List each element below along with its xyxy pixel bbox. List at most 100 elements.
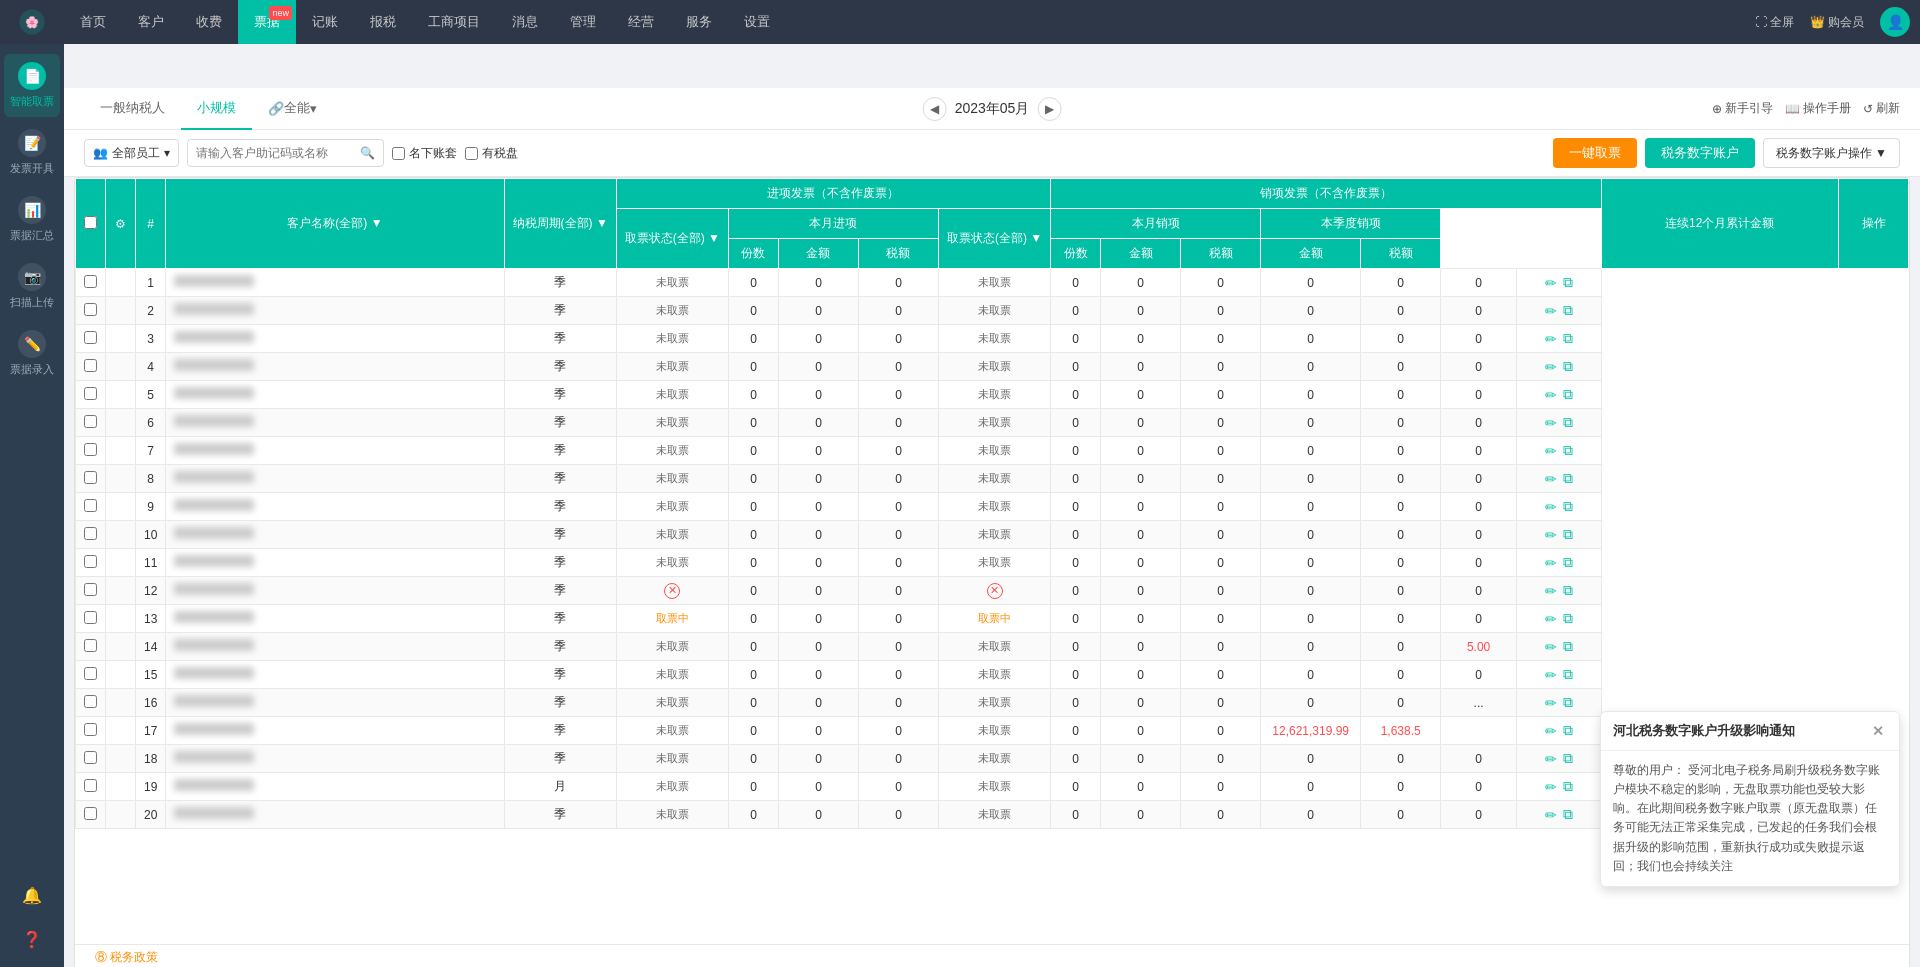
member-btn[interactable]: 👑 购会员 — [1810, 14, 1864, 31]
edit-icon[interactable]: ✏ — [1545, 667, 1557, 683]
sidebar-item-scan-upload[interactable]: 📷 扫描上传 — [4, 255, 60, 318]
copy-icon[interactable]: ⧉ — [1563, 638, 1573, 655]
row-checkbox[interactable] — [84, 359, 97, 372]
row-checkbox[interactable] — [84, 583, 97, 596]
edit-icon[interactable]: ✏ — [1545, 527, 1557, 543]
nav-manage[interactable]: 管理 — [554, 0, 612, 44]
row-checkbox[interactable] — [84, 499, 97, 512]
copy-icon[interactable]: ⧉ — [1563, 302, 1573, 319]
row-checkbox[interactable] — [84, 751, 97, 764]
row-checkbox[interactable] — [84, 527, 97, 540]
copy-icon[interactable]: ⧉ — [1563, 330, 1573, 347]
nav-service[interactable]: 服务 — [670, 0, 728, 44]
new-guide-btn[interactable]: ⊕ 新手引导 — [1712, 100, 1773, 117]
row-checkbox[interactable] — [84, 471, 97, 484]
copy-icon[interactable]: ⧉ — [1563, 386, 1573, 403]
edit-icon[interactable]: ✏ — [1545, 723, 1557, 739]
edit-icon[interactable]: ✏ — [1545, 471, 1557, 487]
copy-icon[interactable]: ⧉ — [1563, 722, 1573, 739]
nav-clients[interactable]: 客户 — [122, 0, 180, 44]
my-accounts-checkbox[interactable] — [392, 147, 405, 160]
copy-icon[interactable]: ⧉ — [1563, 778, 1573, 795]
help-icon[interactable]: ❓ — [14, 921, 50, 957]
edit-icon[interactable]: ✏ — [1545, 555, 1557, 571]
prev-month-btn[interactable]: ◀ — [923, 97, 947, 121]
has-taxpad-checkbox[interactable] — [465, 147, 478, 160]
nav-invoices[interactable]: 票据 new — [238, 0, 296, 44]
edit-icon[interactable]: ✏ — [1545, 695, 1557, 711]
edit-icon[interactable]: ✏ — [1545, 415, 1557, 431]
select-all-checkbox[interactable] — [84, 216, 97, 229]
copy-icon[interactable]: ⧉ — [1563, 610, 1573, 627]
copy-icon[interactable]: ⧉ — [1563, 806, 1573, 823]
edit-icon[interactable]: ✏ — [1545, 275, 1557, 291]
checkbox-my-accounts[interactable]: 名下账套 — [392, 145, 457, 162]
manual-btn[interactable]: 📖 操作手册 — [1785, 100, 1851, 117]
edit-icon[interactable]: ✏ — [1545, 331, 1557, 347]
edit-icon[interactable]: ✏ — [1545, 499, 1557, 515]
row-checkbox[interactable] — [84, 807, 97, 820]
nav-messages[interactable]: 消息 — [496, 0, 554, 44]
search-icon[interactable]: 🔍 — [360, 146, 375, 160]
tab-all[interactable]: 🔗 全能 ▾ — [252, 88, 333, 130]
copy-icon[interactable]: ⧉ — [1563, 470, 1573, 487]
row-checkbox[interactable] — [84, 443, 97, 456]
digital-account-btn[interactable]: 税务数字账户 — [1645, 138, 1755, 168]
app-logo[interactable]: 🌸 — [10, 0, 54, 44]
edit-icon[interactable]: ✏ — [1545, 751, 1557, 767]
sidebar-item-issue-invoice[interactable]: 📝 发票开具 — [4, 121, 60, 184]
nav-home[interactable]: 首页 — [64, 0, 122, 44]
copy-icon[interactable]: ⧉ — [1563, 358, 1573, 375]
nav-bizreg[interactable]: 工商项目 — [412, 0, 496, 44]
sidebar-item-smart-invoice[interactable]: 📄 智能取票 — [4, 54, 60, 117]
edit-icon[interactable]: ✏ — [1545, 779, 1557, 795]
row-checkbox[interactable] — [84, 415, 97, 428]
copy-icon[interactable]: ⧉ — [1563, 526, 1573, 543]
employee-select[interactable]: 👥 全部员工 ▾ — [84, 139, 179, 167]
row-checkbox[interactable] — [84, 387, 97, 400]
row-checkbox[interactable] — [84, 275, 97, 288]
copy-icon[interactable]: ⧉ — [1563, 750, 1573, 767]
notifications-icon[interactable]: 🔔 — [14, 877, 50, 913]
row-checkbox[interactable] — [84, 723, 97, 736]
tab-small[interactable]: 小规模 — [181, 88, 252, 130]
nav-accounting[interactable]: 记账 — [296, 0, 354, 44]
edit-icon[interactable]: ✏ — [1545, 359, 1557, 375]
next-month-btn[interactable]: ▶ — [1037, 97, 1061, 121]
fullscreen-btn[interactable]: ⛶ 全屏 — [1755, 14, 1794, 31]
copy-icon[interactable]: ⧉ — [1563, 666, 1573, 683]
row-checkbox[interactable] — [84, 611, 97, 624]
digital-account-op-btn[interactable]: 税务数字账户操作 ▼ — [1763, 138, 1900, 168]
row-checkbox[interactable] — [84, 331, 97, 344]
tab-general[interactable]: 一般纳税人 — [84, 88, 181, 130]
edit-icon[interactable]: ✏ — [1545, 583, 1557, 599]
row-checkbox[interactable] — [84, 695, 97, 708]
edit-icon[interactable]: ✏ — [1545, 443, 1557, 459]
row-checkbox[interactable] — [84, 779, 97, 792]
nav-biz[interactable]: 经营 — [612, 0, 670, 44]
sidebar-item-invoice-entry[interactable]: ✏️ 票据录入 — [4, 322, 60, 385]
copy-icon[interactable]: ⧉ — [1563, 582, 1573, 599]
copy-icon[interactable]: ⧉ — [1563, 414, 1573, 431]
edit-icon[interactable]: ✏ — [1545, 303, 1557, 319]
copy-icon[interactable]: ⧉ — [1563, 694, 1573, 711]
nav-tax[interactable]: 报税 — [354, 0, 412, 44]
sidebar-item-invoice-summary[interactable]: 📊 票据汇总 — [4, 188, 60, 251]
nav-settings[interactable]: 设置 — [728, 0, 786, 44]
nav-billing[interactable]: 收费 — [180, 0, 238, 44]
copy-icon[interactable]: ⧉ — [1563, 498, 1573, 515]
row-checkbox[interactable] — [84, 639, 97, 652]
copy-icon[interactable]: ⧉ — [1563, 442, 1573, 459]
edit-icon[interactable]: ✏ — [1545, 387, 1557, 403]
one-click-fetch-btn[interactable]: 一键取票 — [1553, 138, 1637, 168]
edit-icon[interactable]: ✏ — [1545, 611, 1557, 627]
edit-icon[interactable]: ✏ — [1545, 807, 1557, 823]
notification-close-btn[interactable]: ✕ — [1869, 722, 1887, 740]
row-checkbox[interactable] — [84, 303, 97, 316]
copy-icon[interactable]: ⧉ — [1563, 274, 1573, 291]
user-avatar[interactable]: 👤 — [1880, 7, 1910, 37]
refresh-btn[interactable]: ↺ 刷新 — [1863, 100, 1900, 117]
search-input[interactable] — [196, 146, 356, 160]
edit-icon[interactable]: ✏ — [1545, 639, 1557, 655]
checkbox-has-taxpad[interactable]: 有税盘 — [465, 145, 518, 162]
